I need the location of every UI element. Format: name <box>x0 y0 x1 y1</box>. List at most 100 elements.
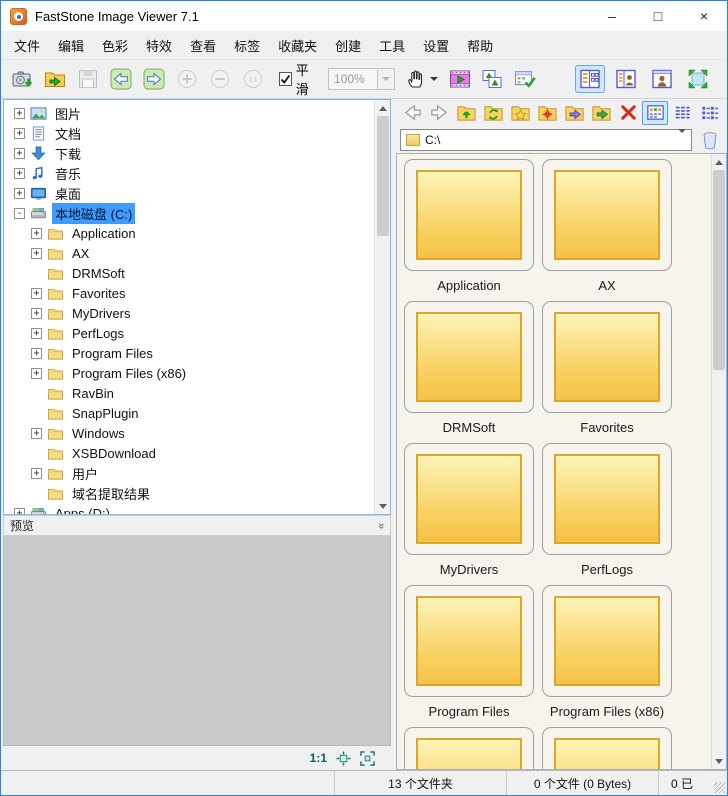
tree-expander-icon[interactable]: + <box>31 367 42 379</box>
settings-button[interactable] <box>512 65 539 93</box>
menu-item[interactable]: 创建 <box>326 32 370 59</box>
app-logo-icon[interactable] <box>10 7 27 25</box>
previous-image-button[interactable] <box>108 65 135 93</box>
folder-thumbnail[interactable]: MyDrivers <box>404 443 534 583</box>
tree-item[interactable]: + 下载 <box>4 143 390 163</box>
folder-card[interactable] <box>404 443 534 555</box>
tree-expander-icon[interactable]: + <box>31 247 42 259</box>
folder-thumbnail-partial[interactable] <box>404 727 534 769</box>
menu-item[interactable]: 帮助 <box>458 32 502 59</box>
folder-card[interactable] <box>542 159 672 271</box>
delete-button[interactable] <box>615 101 641 125</box>
preview-collapse-icon[interactable]: » <box>375 522 387 528</box>
folder-card[interactable] <box>404 159 534 271</box>
folder-card[interactable] <box>542 727 672 769</box>
menu-item[interactable]: 标签 <box>225 32 269 59</box>
tree-item[interactable]: + MyDrivers <box>4 303 390 323</box>
folder-card[interactable] <box>404 585 534 697</box>
tree-expander-icon[interactable]: + <box>31 427 42 439</box>
resize-grip[interactable] <box>714 782 725 793</box>
folder-thumbnail[interactable]: PerfLogs <box>542 443 672 583</box>
save-button[interactable] <box>75 65 102 93</box>
maximize-button[interactable]: □ <box>635 1 681 31</box>
recycle-bin-button[interactable] <box>697 128 723 152</box>
hand-tool-caret-icon[interactable] <box>430 77 439 81</box>
tree-item[interactable]: + Application <box>4 223 390 243</box>
folder-card[interactable] <box>404 727 534 769</box>
zoom-dropdown-button[interactable] <box>378 68 396 90</box>
folder-card[interactable] <box>542 443 672 555</box>
tree-item[interactable]: + 桌面 <box>4 183 390 203</box>
folder-thumbnail-partial[interactable] <box>542 727 672 769</box>
scroll-down-icon[interactable] <box>711 753 726 769</box>
view-thumbnails-button[interactable] <box>642 100 668 125</box>
layout-fullwindow-button[interactable] <box>647 65 677 93</box>
menu-item[interactable]: 文件 <box>5 32 49 59</box>
layout-viewer-thumbs-button[interactable] <box>611 65 641 93</box>
menu-item[interactable]: 特效 <box>137 32 181 59</box>
menu-item[interactable]: 编辑 <box>49 32 93 59</box>
fullscreen-button[interactable] <box>683 65 713 93</box>
zoom-in-button[interactable] <box>174 65 201 93</box>
tree-item[interactable]: + 文档 <box>4 123 390 143</box>
folder-thumbnail[interactable]: Application <box>404 159 534 299</box>
folder-thumbnail[interactable]: Program Files <box>404 585 534 725</box>
tree-item[interactable]: 域名提取结果 <box>4 483 390 503</box>
forward-button[interactable] <box>426 101 452 125</box>
tree-expander-icon[interactable]: + <box>14 127 25 139</box>
tree-item[interactable]: + Program Files (x86) <box>4 363 390 383</box>
address-combobox[interactable]: C:\ <box>400 128 692 151</box>
folder-thumbnail[interactable]: AX <box>542 159 672 299</box>
open-folder-button[interactable] <box>42 65 69 93</box>
view-list-button[interactable] <box>696 101 722 125</box>
tree-item[interactable]: + Apps (D:) <box>4 503 390 514</box>
address-dropdown-icon[interactable] <box>678 128 686 147</box>
tree-item[interactable]: + PerfLogs <box>4 323 390 343</box>
tree-expander-icon[interactable]: + <box>14 147 25 159</box>
smooth-checkbox[interactable] <box>278 72 292 86</box>
tree-expander-icon[interactable]: + <box>31 227 42 239</box>
next-image-button[interactable] <box>141 65 168 93</box>
tree-expander-icon[interactable]: + <box>31 327 42 339</box>
tree-expander-icon[interactable]: + <box>31 347 42 359</box>
tree-expander-icon[interactable]: + <box>31 287 42 299</box>
tree-scrollbar[interactable] <box>374 100 390 514</box>
back-button[interactable] <box>399 101 425 125</box>
tree-item[interactable]: SnapPlugin <box>4 403 390 423</box>
favorites-folder-button[interactable] <box>507 101 533 125</box>
tree-expander-icon[interactable]: + <box>14 167 25 179</box>
layout-browser-button[interactable] <box>574 65 605 93</box>
scroll-down-icon[interactable] <box>375 498 391 514</box>
folder-card[interactable] <box>404 301 534 413</box>
browser-scrollbar[interactable] <box>711 154 726 769</box>
expand-preview-icon[interactable] <box>360 750 375 766</box>
folder-card[interactable] <box>542 301 672 413</box>
folder-card[interactable] <box>542 585 672 697</box>
move-to-folder-button[interactable] <box>561 101 587 125</box>
actual-size-button[interactable]: 1:1 <box>240 65 267 93</box>
zoom-select[interactable]: 100% <box>328 68 396 90</box>
fit-window-icon[interactable] <box>336 750 351 766</box>
refresh-folder-button[interactable] <box>480 101 506 125</box>
tree-item[interactable]: + 图片 <box>4 103 390 123</box>
tree-item[interactable]: DRMSoft <box>4 263 390 283</box>
menu-item[interactable]: 收藏夹 <box>269 32 326 59</box>
tree-scrollbar-thumb[interactable] <box>376 116 389 236</box>
tree-item[interactable]: + Windows <box>4 423 390 443</box>
compare-images-button[interactable] <box>479 65 506 93</box>
menu-item[interactable]: 查看 <box>181 32 225 59</box>
tree-item[interactable]: - 本地磁盘 (C:) <box>4 202 390 224</box>
tree-expander-icon[interactable]: - <box>14 207 25 219</box>
tree-item[interactable]: XSBDownload <box>4 443 390 463</box>
tree-expander-icon[interactable]: + <box>14 107 25 119</box>
tree-expander-icon[interactable]: + <box>31 467 42 479</box>
tree-item[interactable]: + Program Files <box>4 343 390 363</box>
tree-item[interactable]: + 音乐 <box>4 163 390 183</box>
view-details-button[interactable] <box>669 101 695 125</box>
menu-item[interactable]: 工具 <box>370 32 414 59</box>
menu-item[interactable]: 设置 <box>414 32 458 59</box>
up-folder-button[interactable] <box>453 101 479 125</box>
browser-scrollbar-thumb[interactable] <box>713 170 725 370</box>
menu-item[interactable]: 色彩 <box>93 32 137 59</box>
copy-to-folder-button[interactable] <box>588 101 614 125</box>
